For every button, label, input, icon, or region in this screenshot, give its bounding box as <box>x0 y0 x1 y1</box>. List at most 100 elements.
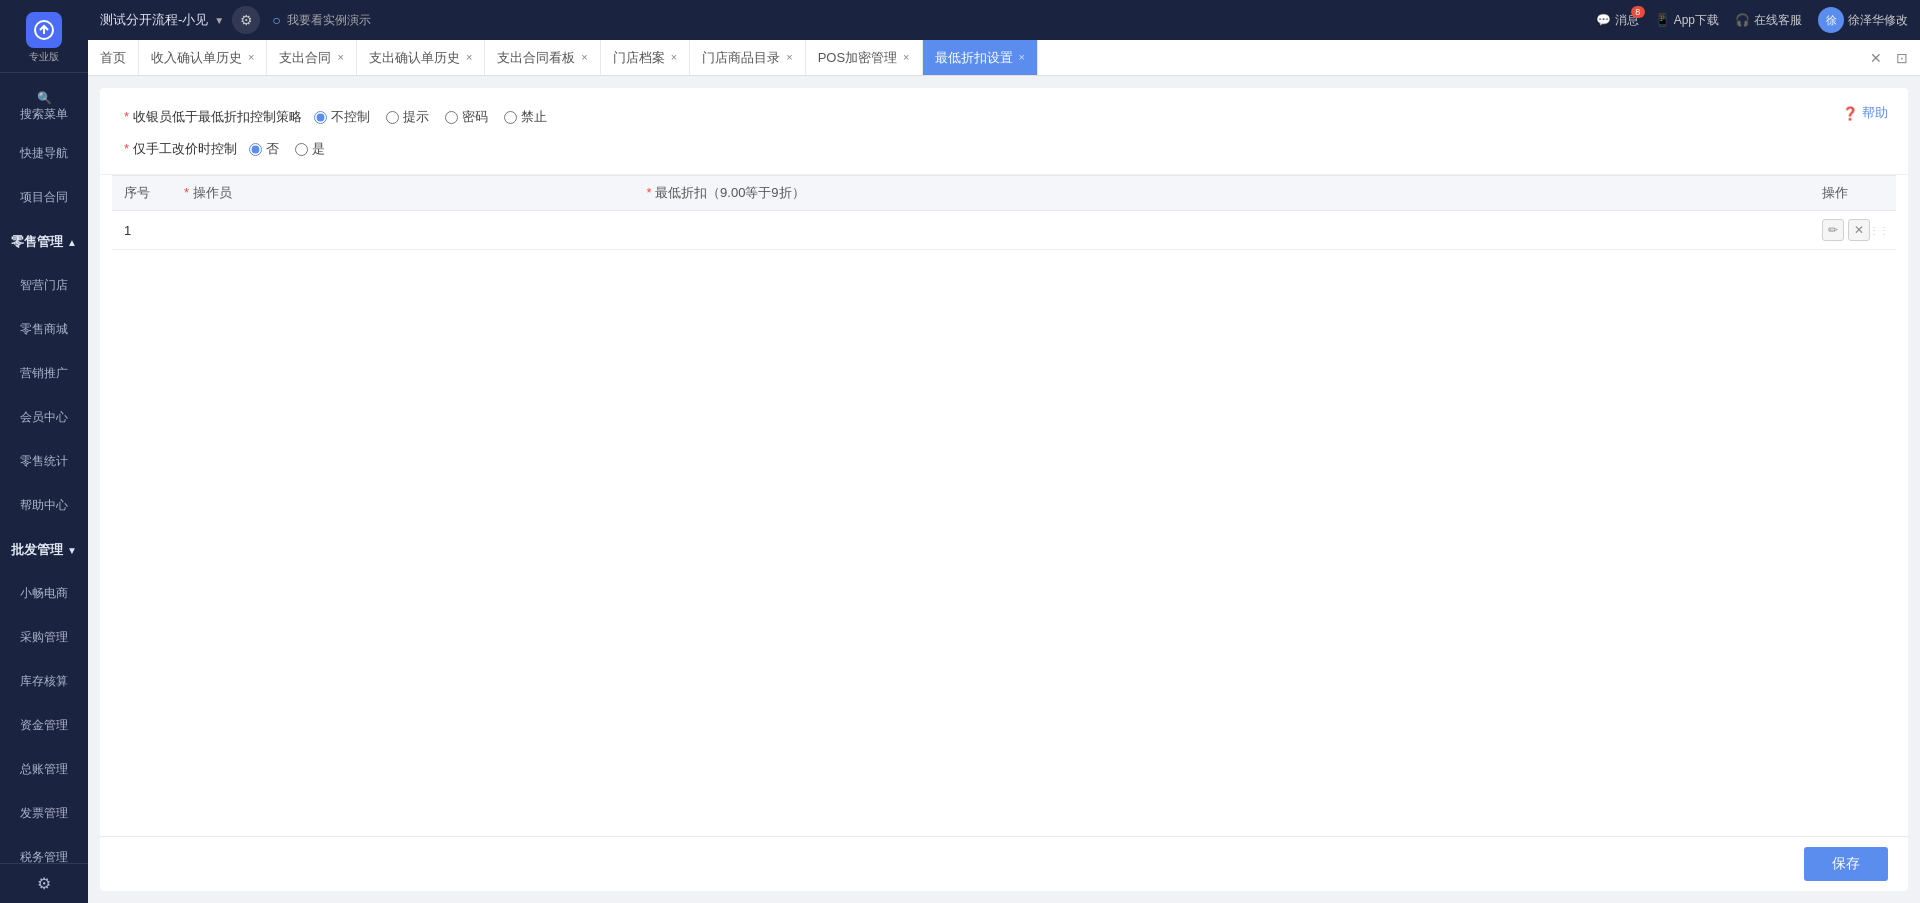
sidebar-item-purchase-manage[interactable]: 采购管理 <box>0 616 88 660</box>
discount-control-radio-group: 不控制 提示 密码 禁止 <box>314 108 547 126</box>
radio-remind-label: 提示 <box>403 108 429 126</box>
sidebar-item-retail-stats[interactable]: 零售统计 <box>0 440 88 484</box>
tab-store-archive-label: 门店档案 <box>613 49 665 67</box>
sidebar-item-project-contract[interactable]: 项目合同 <box>0 176 88 220</box>
tab-pos-password-label: POS加密管理 <box>818 49 897 67</box>
logo-icon <box>26 12 62 48</box>
sidebar-item-retail-mall[interactable]: 零售商城 <box>0 308 88 352</box>
customer-service-text: 在线客服 <box>1754 12 1802 29</box>
app-download-text: App下载 <box>1674 12 1719 29</box>
table-row: 1 ✏ ✕ <box>112 211 1896 250</box>
tab-store-product[interactable]: 门店商品目录 × <box>690 40 805 76</box>
sidebar-item-general-ledger[interactable]: 总账管理 <box>0 748 88 792</box>
sidebar-item-invoice[interactable]: 发票管理 <box>0 792 88 836</box>
hand-price-label: * 仅手工改价时控制 <box>124 140 237 158</box>
customer-service-button[interactable]: 🎧 在线客服 <box>1735 12 1802 29</box>
radio-remind-input[interactable] <box>386 111 399 124</box>
sidebar-item-tax[interactable]: 税务管理 <box>0 836 88 863</box>
inventory-label: 库存核算 <box>20 674 68 690</box>
tab-pos-password-close-icon[interactable]: × <box>903 52 909 63</box>
quick-nav-label: 快捷导航 <box>20 146 68 162</box>
tab-payment-contract[interactable]: 支出合同 × <box>267 40 356 76</box>
row-delete-button[interactable]: ✕ <box>1848 219 1870 241</box>
radio-no-control-input[interactable] <box>314 111 327 124</box>
radio-hand-price-yes[interactable]: 是 <box>295 140 325 158</box>
tab-payment-contract-label: 支出合同 <box>279 49 331 67</box>
discount-table: 序号 * 操作员 * 最低折扣（9.00等于9折） 操作 1 <box>112 175 1896 250</box>
help-icon: ❓ <box>1842 106 1858 121</box>
tab-income-history[interactable]: 收入确认单历史 × <box>139 40 267 76</box>
table-cell-operator <box>172 211 634 250</box>
topbar-project-selector[interactable]: 测试分开流程-小见 ▼ <box>100 11 224 29</box>
tabs-close-icon[interactable]: ✕ <box>1866 48 1886 68</box>
tab-store-archive[interactable]: 门店档案 × <box>601 40 690 76</box>
tab-home[interactable]: 首页 <box>88 40 139 76</box>
app-download-button[interactable]: 📱 App下载 <box>1655 12 1719 29</box>
radio-password-input[interactable] <box>445 111 458 124</box>
radio-remind[interactable]: 提示 <box>386 108 429 126</box>
radio-password[interactable]: 密码 <box>445 108 488 126</box>
search-icon: 🔍 <box>37 91 52 107</box>
logo-text: 专业版 <box>29 50 59 64</box>
sidebar: 专业版 🔍 搜索菜单 快捷导航 项目合同 零售管理 ▲ 智营门店 零售商城 营销… <box>0 0 88 903</box>
radio-ban[interactable]: 禁止 <box>504 108 547 126</box>
user-profile-button[interactable]: 徐 徐泽华修改 <box>1818 7 1908 33</box>
message-button[interactable]: 💬 消息 8 <box>1596 12 1639 29</box>
tab-pos-password[interactable]: POS加密管理 × <box>806 40 923 76</box>
help-center-label: 帮助中心 <box>20 498 68 514</box>
sidebar-item-member-center[interactable]: 会员中心 <box>0 396 88 440</box>
tab-income-history-close-icon[interactable]: × <box>248 52 254 63</box>
table-cell-discount <box>634 211 1810 250</box>
radio-ban-input[interactable] <box>504 111 517 124</box>
save-button[interactable]: 保存 <box>1804 847 1888 881</box>
tab-payment-contract-board[interactable]: 支出合同看板 × <box>485 40 600 76</box>
settings-gear-icon[interactable]: ⚙ <box>37 874 51 893</box>
tabs-expand-icon[interactable]: ⊡ <box>1892 48 1912 68</box>
tab-min-discount[interactable]: 最低折扣设置 × <box>923 40 1038 76</box>
sidebar-item-quick-nav[interactable]: 快捷导航 <box>0 132 88 176</box>
sidebar-item-batch-manage[interactable]: 批发管理 ▼ <box>0 528 88 572</box>
radio-hand-price-no[interactable]: 否 <box>249 140 279 158</box>
tab-payment-contract-board-close-icon[interactable]: × <box>581 52 587 63</box>
sidebar-item-marketing[interactable]: 营销推广 <box>0 352 88 396</box>
required-star: * <box>124 109 133 124</box>
row-drag-handle[interactable]: ⋮⋮ <box>1874 225 1884 236</box>
topbar-demo-link[interactable]: ○ 我要看实例演示 <box>272 12 370 29</box>
demo-circle-icon: ○ <box>272 12 280 28</box>
topbar: 测试分开流程-小见 ▼ ⚙ ○ 我要看实例演示 💬 消息 8 📱 App下载 🎧… <box>88 0 1920 40</box>
table-cell-seq: 1 <box>112 211 172 250</box>
sidebar-item-ecommerce[interactable]: 小畅电商 <box>0 572 88 616</box>
tab-payment-confirm-history-label: 支出确认单历史 <box>369 49 460 67</box>
tab-store-archive-close-icon[interactable]: × <box>671 52 677 63</box>
tab-min-discount-close-icon[interactable]: × <box>1019 52 1025 63</box>
tab-payment-confirm-history[interactable]: 支出确认单历史 × <box>357 40 485 76</box>
col-header-operator: * 操作员 <box>172 176 634 211</box>
tab-home-label: 首页 <box>100 49 126 67</box>
sidebar-item-retail-manage[interactable]: 零售管理 ▲ <box>0 220 88 264</box>
table-section: 序号 * 操作员 * 最低折扣（9.00等于9折） 操作 1 <box>100 175 1908 836</box>
row-edit-button[interactable]: ✏ <box>1822 219 1844 241</box>
sidebar-item-finance[interactable]: 资金管理 <box>0 704 88 748</box>
radio-hand-price-yes-input[interactable] <box>295 143 308 156</box>
tabs-bar-actions: ✕ ⊡ <box>1858 48 1920 68</box>
topbar-settings-button[interactable]: ⚙ <box>232 6 260 34</box>
table-cell-action: ✏ ✕ ⋮⋮ <box>1810 211 1896 250</box>
tab-store-product-close-icon[interactable]: × <box>786 52 792 63</box>
tax-label: 税务管理 <box>20 850 68 863</box>
sidebar-item-smart-store[interactable]: 智营门店 <box>0 264 88 308</box>
sidebar-item-help-center[interactable]: 帮助中心 <box>0 484 88 528</box>
row-action-icons: ✏ ✕ ⋮⋮ <box>1822 219 1884 241</box>
help-button[interactable]: ❓ 帮助 <box>1842 104 1888 122</box>
sidebar-item-inventory[interactable]: 库存核算 <box>0 660 88 704</box>
delete-icon: ✕ <box>1854 223 1864 237</box>
radio-no-control[interactable]: 不控制 <box>314 108 370 126</box>
batch-manage-arrow-icon: ▼ <box>67 544 77 557</box>
smart-store-label: 智营门店 <box>20 278 68 294</box>
radio-hand-price-no-input[interactable] <box>249 143 262 156</box>
tab-payment-contract-close-icon[interactable]: × <box>337 52 343 63</box>
sidebar-item-search[interactable]: 🔍 搜索菜单 <box>0 81 88 132</box>
retail-manage-arrow-icon: ▲ <box>67 236 77 249</box>
tab-payment-confirm-history-close-icon[interactable]: × <box>466 52 472 63</box>
hand-price-row: * 仅手工改价时控制 否 是 <box>124 140 1884 158</box>
message-icon: 💬 <box>1596 13 1611 27</box>
